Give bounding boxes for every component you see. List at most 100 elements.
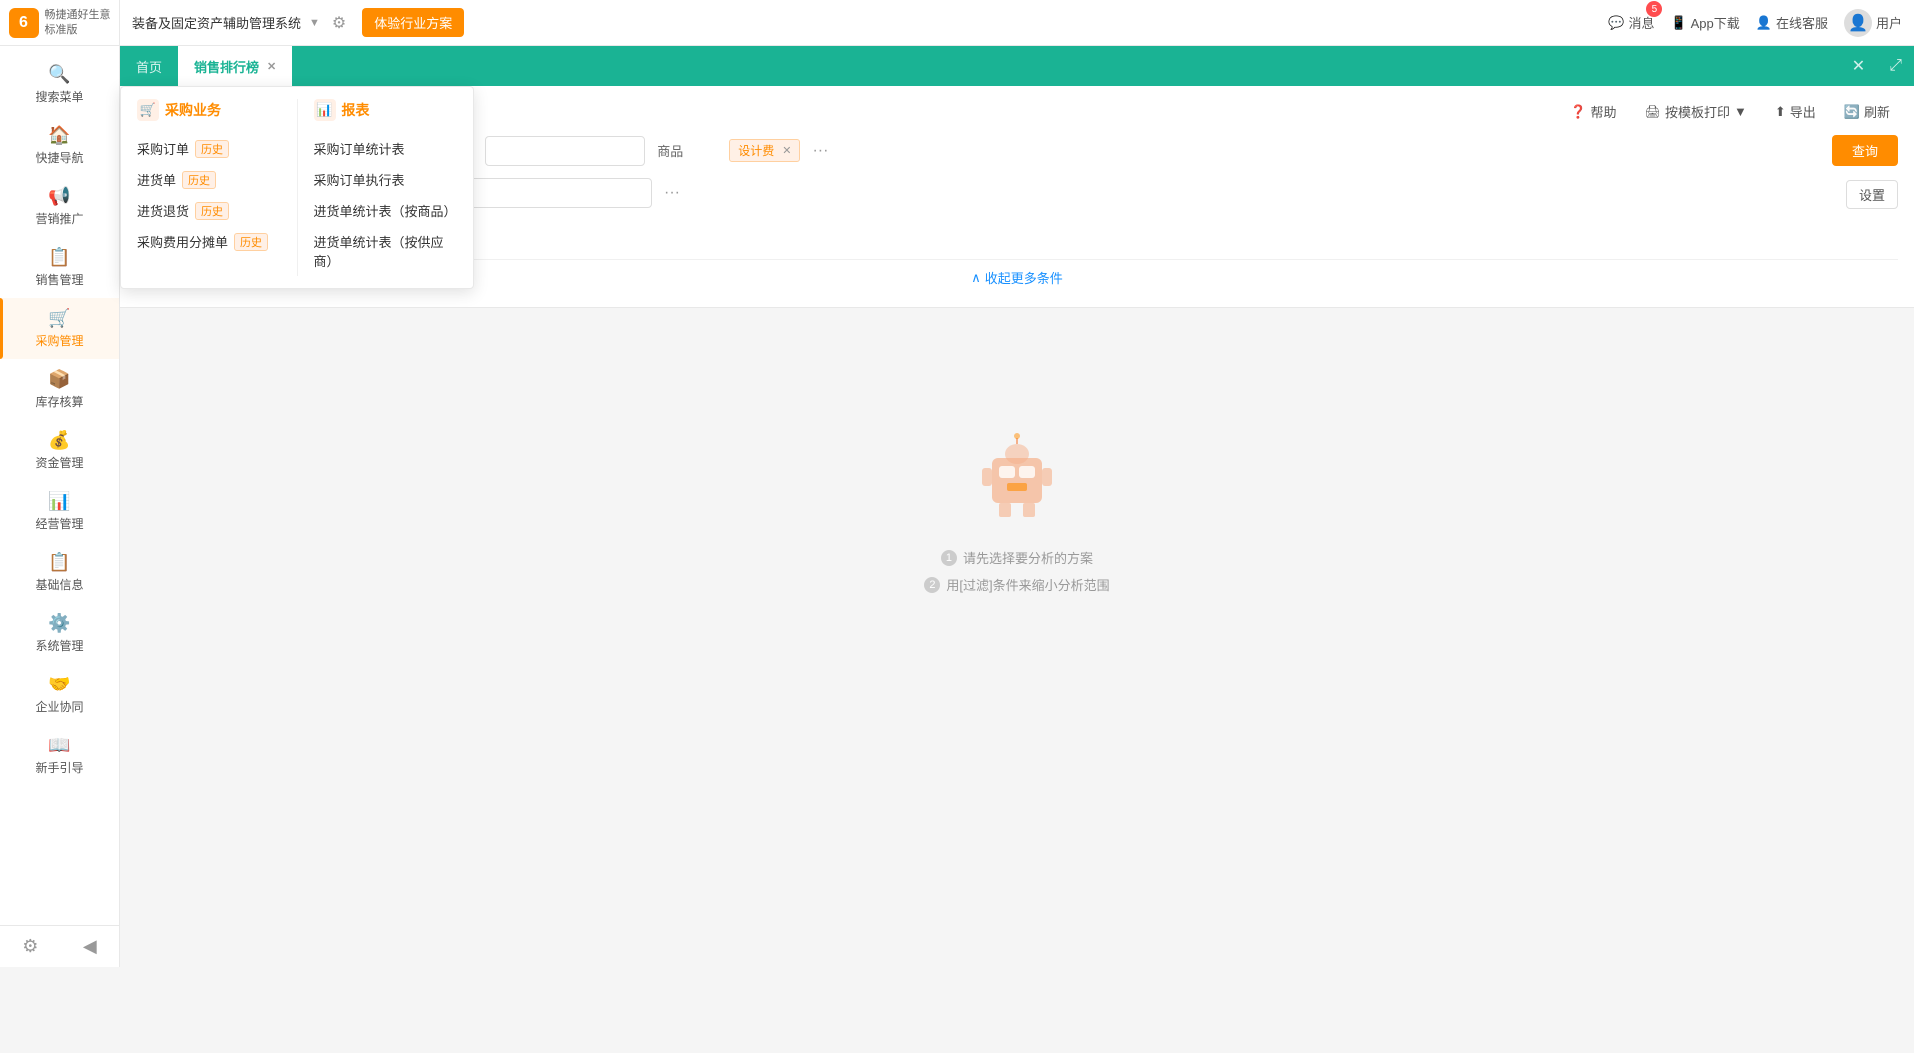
sales-icon: 📋 — [48, 247, 70, 268]
bill-status-wrapper — [485, 136, 645, 166]
dropdown-item-return[interactable]: 进货退货 历史 — [137, 195, 281, 226]
system-dropdown-arrow[interactable]: ▼ — [309, 17, 320, 29]
sidebar: 6 畅捷通好生意 标准版 🔍搜索菜单🏠快捷导航📢营销推广📋销售管理🛒采购管理📦库… — [0, 0, 120, 967]
dropdown-item-delivery-stats-supplier[interactable]: 进货单统计表（按供应商） — [314, 226, 458, 276]
salesperson-more-dots[interactable]: ··· — [664, 184, 680, 202]
empty-text-1: 请先选择要分析的方案 — [963, 548, 1093, 567]
message-badge: 5 — [1646, 1, 1662, 17]
sidebar-item-sales[interactable]: 📋 销售管理 — [0, 237, 119, 298]
marketing-icon: 📢 — [48, 186, 70, 207]
refresh-icon: 🔄 — [1844, 104, 1860, 120]
purchase-icon: 🛒 — [48, 308, 70, 329]
dropdown-col-purchase: 🛒 采购业务 采购订单 历史 进货单 历史 进货退货 历史 采购费用分摊单 历史 — [121, 99, 297, 276]
operation-label: 经营管理 — [35, 515, 83, 532]
empty-state: 1 请先选择要分析的方案 2 用[过滤]条件来缩小分析范围 — [120, 308, 1914, 714]
dropdown-item-delivery-stats-goods[interactable]: 进货单统计表（按商品） — [314, 195, 458, 226]
user-item[interactable]: 👤 用户 — [1844, 9, 1902, 37]
guide-icon: 📖 — [48, 735, 70, 756]
dropdown-item-purchase-order[interactable]: 采购订单 历史 — [137, 133, 281, 164]
dropdown-item-label-purchase-order: 采购订单 — [137, 139, 189, 158]
service-icon: 👤 — [1756, 15, 1772, 31]
tab-sales-ranking[interactable]: 销售排行榜 ✕ — [178, 46, 292, 86]
settings-bottom-icon[interactable]: ⚙ — [22, 936, 38, 957]
tabbar-expand-button[interactable]: ⤢ — [1877, 57, 1914, 75]
online-service-label: 在线客服 — [1776, 13, 1828, 32]
tab-close-icon[interactable]: ✕ — [267, 60, 276, 73]
basic-info-label: 基础信息 — [35, 576, 83, 593]
industry-button[interactable]: 体验行业方案 — [362, 8, 464, 37]
print-button[interactable]: 🖨 按模板打印 ▼ — [1636, 98, 1754, 125]
online-service-item[interactable]: 👤 在线客服 — [1756, 13, 1828, 32]
empty-hint-2: 2 用[过滤]条件来缩小分析范围 — [924, 575, 1109, 594]
dropdown-menu-panel: 🛒 采购业务 采购订单 历史 进货单 历史 进货退货 历史 采购费用分摊单 历史 — [120, 86, 474, 289]
user-label: 用户 — [1876, 13, 1902, 32]
tabbar-close-button[interactable]: ✕ — [1840, 56, 1877, 76]
quick-nav-label: 快捷导航 — [35, 149, 83, 166]
system-gear-icon[interactable]: ⚙ — [332, 13, 346, 33]
sidebar-item-inventory[interactable]: 📦 库存核算 — [0, 359, 119, 420]
dropdown-item-delivery[interactable]: 进货单 历史 — [137, 164, 281, 195]
sidebar-item-finance[interactable]: 💰资金管理 — [0, 420, 119, 481]
logo-icon: 6 — [9, 8, 39, 38]
dropdown-item-label-cost-alloc: 采购费用分摊单 — [137, 232, 228, 251]
help-button[interactable]: ❓ 帮助 — [1562, 98, 1624, 125]
bill-status-select[interactable] — [485, 136, 645, 166]
avatar: 👤 — [1844, 9, 1872, 37]
dropdown-item-label-delivery-stats-goods: 进货单统计表（按商品） — [314, 201, 457, 220]
sidebar-menu: 🔍搜索菜单🏠快捷导航📢营销推广 📋 销售管理 🛒 采购管理 📦 库存核算 💰资金管理📊经营管理… — [0, 46, 119, 925]
sidebar-item-purchase[interactable]: 🛒 采购管理 — [0, 298, 119, 359]
sidebar-item-guide[interactable]: 📖 新手引导 — [0, 725, 119, 786]
hist-badge-purchase-order: 历史 — [195, 140, 229, 158]
app-download-label: App下载 — [1691, 13, 1740, 32]
search-menu-icon: 🔍 — [48, 64, 70, 85]
sidebar-bottom: ⚙ ◀ — [0, 925, 119, 967]
print-dropdown-icon[interactable]: ▼ — [1734, 104, 1747, 119]
dropdown-item-cost-alloc[interactable]: 采购费用分摊单 历史 — [137, 226, 281, 257]
print-label: 按模板打印 — [1665, 102, 1730, 121]
empty-text-2: 用[过滤]条件来缩小分析范围 — [946, 575, 1109, 594]
sidebar-item-marketing[interactable]: 📢营销推广 — [0, 176, 119, 237]
dropdown-col-1-title: 🛒 采购业务 — [137, 99, 281, 125]
purchase-label: 采购管理 — [35, 332, 83, 349]
hist-badge-return: 历史 — [195, 202, 229, 220]
sidebar-item-cooperation[interactable]: 🤝 企业协同 — [0, 664, 119, 725]
message-item[interactable]: 💬 5 消息 — [1608, 13, 1654, 32]
sidebar-item-quick-nav[interactable]: 🏠快捷导航 — [0, 115, 119, 176]
export-button[interactable]: ⬆ 导出 — [1767, 98, 1824, 125]
dropdown-item-label-order-exec: 采购订单执行表 — [314, 170, 405, 189]
goods-tag-close[interactable]: ✕ — [782, 144, 791, 157]
sales-label: 销售管理 — [35, 271, 83, 288]
purchase-dropdown: 🛒 采购业务 采购订单 历史 进货单 历史 进货退货 历史 采购费用分摊单 历史 — [120, 86, 474, 289]
system-icon: ⚙️ — [48, 613, 70, 634]
app-download-item[interactable]: 📱 App下载 — [1670, 13, 1739, 32]
setting-button[interactable]: 设置 — [1846, 180, 1898, 209]
salesperson-input[interactable] — [452, 178, 652, 208]
dropdown-col-1-label: 采购业务 — [165, 100, 221, 120]
collapse-filter-label: 收起更多条件 — [985, 268, 1063, 287]
dropdown-item-order-stats[interactable]: 采购订单统计表 — [314, 133, 458, 164]
cooperation-label: 企业协同 — [35, 698, 83, 715]
refresh-button[interactable]: 🔄 刷新 — [1836, 98, 1898, 125]
sidebar-item-search-menu[interactable]: 🔍搜索菜单 — [0, 54, 119, 115]
goods-filter-tag: 设计费 ✕ — [729, 139, 800, 162]
dropdown-item-label-delivery: 进货单 — [137, 170, 176, 189]
empty-illustration — [957, 428, 1077, 528]
goods-more-dots[interactable]: ··· — [812, 142, 828, 160]
cooperation-icon: 🤝 — [48, 674, 70, 695]
sidebar-item-system[interactable]: ⚙️系统管理 — [0, 603, 119, 664]
collapse-sidebar-icon[interactable]: ◀ — [83, 936, 97, 957]
basic-info-icon: 📋 — [48, 552, 70, 573]
empty-num-2: 2 — [924, 577, 940, 593]
tab-home[interactable]: 首页 — [120, 46, 178, 86]
finance-icon: 💰 — [48, 430, 70, 451]
sidebar-item-basic-info[interactable]: 📋 基础信息 — [0, 542, 119, 603]
sidebar-item-operation[interactable]: 📊经营管理 — [0, 481, 119, 542]
dropdown-item-label-delivery-stats-supplier: 进货单统计表（按供应商） — [314, 232, 458, 270]
toolbar-right: ❓ 帮助 🖨 按模板打印 ▼ ⬆ 导出 🔄 刷新 — [1562, 98, 1898, 125]
guide-label: 新手引导 — [35, 759, 83, 776]
inventory-icon: 📦 — [48, 369, 70, 390]
dropdown-item-order-exec[interactable]: 采购订单执行表 — [314, 164, 458, 195]
inventory-label: 库存核算 — [35, 393, 83, 410]
salesperson-input-wrapper — [452, 178, 652, 208]
query-button[interactable]: 查询 — [1832, 135, 1898, 166]
